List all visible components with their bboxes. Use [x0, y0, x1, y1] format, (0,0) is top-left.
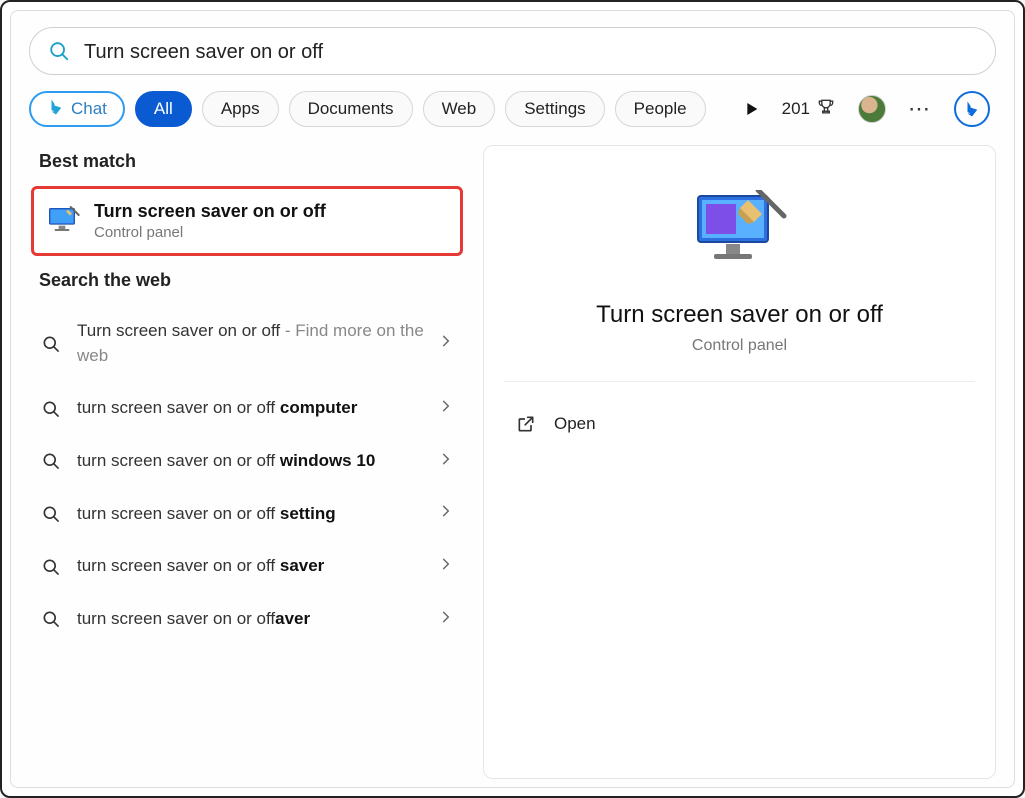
search-icon [39, 609, 63, 629]
web-result-text: Turn screen saver on or off - Find more … [77, 319, 425, 368]
filter-people-label: People [634, 99, 687, 119]
web-result-text: turn screen saver on or off setting [77, 502, 425, 527]
preview-header: Turn screen saver on or off Control pane… [504, 166, 975, 382]
results-column: Best match Turn screen saver [29, 145, 469, 779]
filter-apps[interactable]: Apps [202, 91, 279, 127]
web-result-text: turn screen saver on or off saver [77, 554, 425, 579]
open-external-icon [516, 414, 536, 434]
web-result-item[interactable]: turn screen saver on or off computer [29, 382, 469, 435]
chevron-right-icon [439, 452, 455, 471]
web-result-item[interactable]: turn screen saver on or offaver [29, 593, 469, 646]
web-results-list: Turn screen saver on or off - Find more … [29, 305, 469, 645]
search-icon [39, 399, 63, 419]
chevron-right-icon [439, 557, 455, 576]
trophy-icon [816, 97, 836, 122]
web-result-item[interactable]: turn screen saver on or off setting [29, 488, 469, 541]
main-content: Best match Turn screen saver [19, 145, 1006, 779]
best-match-subtitle: Control panel [94, 224, 326, 241]
filter-row: Chat All Apps Documents Web Settings Peo… [19, 91, 1006, 145]
web-result-text: turn screen saver on or off computer [77, 396, 425, 421]
search-icon [39, 334, 63, 354]
web-result-text: turn screen saver on or off windows 10 [77, 449, 425, 474]
filter-web-label: Web [442, 99, 477, 119]
filter-chat[interactable]: Chat [29, 91, 125, 127]
filter-settings-label: Settings [524, 99, 585, 119]
chevron-right-icon [439, 610, 455, 629]
search-bar[interactable] [29, 27, 996, 75]
best-match-result[interactable]: Turn screen saver on or off Control pane… [31, 186, 463, 256]
preview-actions: Open [504, 382, 975, 466]
chevron-right-icon [439, 399, 455, 418]
search-icon [39, 557, 63, 577]
filter-all-label: All [154, 99, 173, 119]
search-input[interactable] [84, 39, 977, 64]
window-frame: Chat All Apps Documents Web Settings Peo… [0, 0, 1025, 798]
chevron-right-icon [439, 504, 455, 523]
open-action[interactable]: Open [510, 406, 969, 442]
bing-icon [47, 98, 65, 121]
search-web-header: Search the web [29, 264, 469, 305]
filter-documents[interactable]: Documents [289, 91, 413, 127]
rewards-points-value: 201 [782, 99, 810, 119]
web-result-item[interactable]: turn screen saver on or off saver [29, 540, 469, 593]
best-match-text: Turn screen saver on or off Control pane… [94, 201, 326, 241]
filter-apps-label: Apps [221, 99, 260, 119]
best-match-title: Turn screen saver on or off [94, 201, 326, 222]
search-panel: Chat All Apps Documents Web Settings Peo… [10, 10, 1015, 788]
filter-documents-label: Documents [308, 99, 394, 119]
search-icon [48, 40, 70, 62]
preview-title: Turn screen saver on or off [596, 301, 883, 329]
web-result-text: turn screen saver on or offaver [77, 607, 425, 632]
header-right-controls: 201 ⋯ [744, 91, 996, 127]
filter-people[interactable]: People [615, 91, 706, 127]
more-options-icon[interactable]: ⋯ [908, 96, 932, 122]
chevron-right-icon [439, 334, 455, 353]
monitor-large-icon [692, 190, 788, 279]
user-avatar[interactable] [858, 95, 886, 123]
filter-chat-label: Chat [71, 99, 107, 119]
preview-subtitle: Control panel [692, 337, 787, 355]
rewards-points[interactable]: 201 [782, 97, 836, 122]
search-icon [39, 451, 63, 471]
best-match-header: Best match [29, 145, 469, 186]
search-icon [39, 504, 63, 524]
open-action-label: Open [554, 414, 596, 434]
filter-settings[interactable]: Settings [505, 91, 604, 127]
play-icon[interactable] [744, 101, 760, 117]
filter-all[interactable]: All [135, 91, 192, 127]
web-result-item[interactable]: turn screen saver on or off windows 10 [29, 435, 469, 488]
monitor-icon [48, 207, 80, 235]
preview-pane: Turn screen saver on or off Control pane… [483, 145, 996, 779]
bing-chat-button[interactable] [954, 91, 990, 127]
web-result-item[interactable]: Turn screen saver on or off - Find more … [29, 305, 469, 382]
filter-web[interactable]: Web [423, 91, 496, 127]
